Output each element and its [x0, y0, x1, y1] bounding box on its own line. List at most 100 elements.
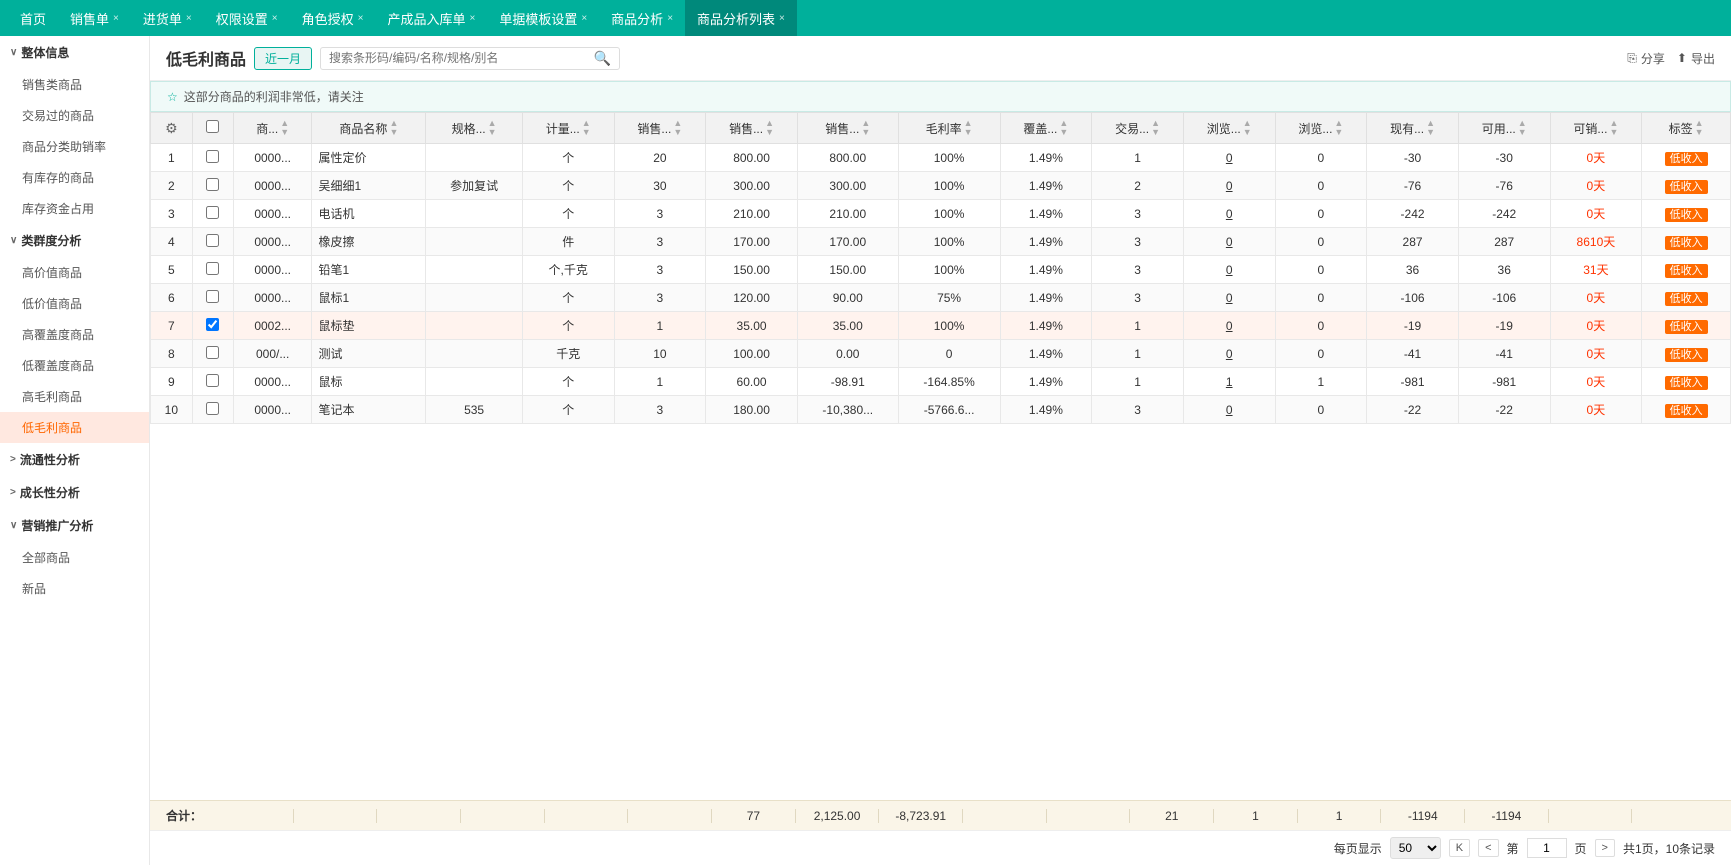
col-header-sales_qty[interactable]: 销售...▲▼: [614, 113, 706, 144]
sidebar-group-header[interactable]: ∨整体信息: [0, 36, 149, 69]
views-link[interactable]: 0: [1226, 347, 1233, 361]
views-1[interactable]: 0: [1183, 396, 1275, 424]
sidebar-item-有库存的商品[interactable]: 有库存的商品: [0, 162, 149, 193]
first-page-button[interactable]: K: [1449, 839, 1470, 857]
page-number-input[interactable]: [1527, 838, 1567, 858]
row-checkbox[interactable]: [206, 402, 219, 415]
sort-icon[interactable]: ▲▼: [1426, 119, 1435, 137]
settings-icon[interactable]: ⚙: [165, 120, 178, 136]
table-row[interactable]: 70002...鼠标垫个135.0035.00100%1.49%100-19-1…: [151, 312, 1731, 340]
col-header-sellable[interactable]: 可销...▲▼: [1550, 113, 1642, 144]
views-link[interactable]: 0: [1226, 291, 1233, 305]
col-header-views2[interactable]: 浏览...▲▼: [1275, 113, 1367, 144]
sidebar-group-header[interactable]: ∨类群度分析: [0, 224, 149, 257]
row-checkbox[interactable]: [206, 178, 219, 191]
col-header-tag[interactable]: 标签▲▼: [1642, 113, 1731, 144]
sidebar-item-全部商品[interactable]: 全部商品: [0, 542, 149, 573]
views-1[interactable]: 0: [1183, 256, 1275, 284]
table-row[interactable]: 60000...鼠标1个3120.0090.0075%1.49%300-106-…: [151, 284, 1731, 312]
sidebar-item-高毛利商品[interactable]: 高毛利商品: [0, 381, 149, 412]
nav-item-商品分析列表[interactable]: 商品分析列表×: [685, 0, 797, 36]
sort-icon[interactable]: ▲▼: [1059, 119, 1068, 137]
search-input[interactable]: [329, 51, 594, 65]
close-icon[interactable]: ×: [272, 13, 278, 24]
sort-icon[interactable]: ▲▼: [1334, 119, 1343, 137]
sidebar-item-销售类商品[interactable]: 销售类商品: [0, 69, 149, 100]
nav-item-单据模板设置[interactable]: 单据模板设置×: [487, 0, 599, 36]
sort-icon[interactable]: ▲▼: [1243, 119, 1252, 137]
views-link[interactable]: 0: [1226, 207, 1233, 221]
table-row[interactable]: 50000...铅笔1个,千克3150.00150.00100%1.49%300…: [151, 256, 1731, 284]
row-checkbox[interactable]: [206, 262, 219, 275]
views-link[interactable]: 1: [1226, 375, 1233, 389]
col-header-sales_price[interactable]: 销售...▲▼: [706, 113, 798, 144]
views-1[interactable]: 0: [1183, 312, 1275, 340]
sort-icon[interactable]: ▲▼: [1518, 119, 1527, 137]
table-row[interactable]: 90000...鼠标个160.00-98.91-164.85%1.49%111-…: [151, 368, 1731, 396]
sidebar-group-header[interactable]: >流通性分析: [0, 443, 149, 476]
row-checkbox[interactable]: [206, 290, 219, 303]
sort-icon[interactable]: ▲▼: [582, 119, 591, 137]
sort-icon[interactable]: ▲▼: [861, 119, 870, 137]
views-1[interactable]: 0: [1183, 144, 1275, 172]
nav-item-商品分析[interactable]: 商品分析×: [599, 0, 685, 36]
col-header-coverage[interactable]: 覆盖...▲▼: [1000, 113, 1092, 144]
col-header-code[interactable]: 商...▲▼: [233, 113, 312, 144]
row-checkbox[interactable]: [206, 318, 219, 331]
views-1[interactable]: 0: [1183, 340, 1275, 368]
sort-icon[interactable]: ▲▼: [673, 119, 682, 137]
nav-item-首页[interactable]: 首页: [8, 0, 58, 36]
col-header-margin_rate[interactable]: 毛利率▲▼: [898, 113, 1000, 144]
sidebar-item-低价值商品[interactable]: 低价值商品: [0, 288, 149, 319]
views-link[interactable]: 0: [1226, 179, 1233, 193]
row-checkbox[interactable]: [206, 150, 219, 163]
sort-icon[interactable]: ▲▼: [1151, 119, 1160, 137]
col-header-views1[interactable]: 浏览...▲▼: [1183, 113, 1275, 144]
col-header-unit[interactable]: 计量...▲▼: [522, 113, 614, 144]
col-header-name[interactable]: 商品名称▲▼: [312, 113, 426, 144]
nav-item-角色授权[interactable]: 角色授权×: [290, 0, 376, 36]
sort-icon[interactable]: ▲▼: [1695, 119, 1704, 137]
sidebar-item-高覆盖度商品[interactable]: 高覆盖度商品: [0, 319, 149, 350]
table-row[interactable]: 30000...电话机个3210.00210.00100%1.49%300-24…: [151, 200, 1731, 228]
col-header-available[interactable]: 可用...▲▼: [1458, 113, 1550, 144]
sidebar-item-商品分类助销率[interactable]: 商品分类助销率: [0, 131, 149, 162]
views-link[interactable]: 0: [1226, 151, 1233, 165]
nav-item-权限设置[interactable]: 权限设置×: [204, 0, 290, 36]
sidebar-item-交易过的商品[interactable]: 交易过的商品: [0, 100, 149, 131]
row-checkbox[interactable]: [206, 374, 219, 387]
table-row[interactable]: 8000/...测试千克10100.000.0001.49%100-41-410…: [151, 340, 1731, 368]
sort-icon[interactable]: ▲▼: [964, 119, 973, 137]
views-1[interactable]: 0: [1183, 228, 1275, 256]
per-page-select[interactable]: 50 100 200: [1390, 837, 1441, 859]
sidebar-group-header[interactable]: ∨营销推广分析: [0, 509, 149, 542]
close-icon[interactable]: ×: [186, 13, 192, 24]
date-filter-button[interactable]: 近一月: [254, 47, 312, 70]
col-header-sales_profit[interactable]: 销售...▲▼: [797, 113, 898, 144]
table-row[interactable]: 10000...属性定价个20800.00800.00100%1.49%100-…: [151, 144, 1731, 172]
close-icon[interactable]: ×: [779, 13, 785, 24]
sort-icon[interactable]: ▲▼: [488, 119, 497, 137]
views-link[interactable]: 0: [1226, 235, 1233, 249]
row-checkbox[interactable]: [206, 206, 219, 219]
views-1[interactable]: 0: [1183, 284, 1275, 312]
col-header-current_stock[interactable]: 现有...▲▼: [1367, 113, 1459, 144]
row-checkbox[interactable]: [206, 346, 219, 359]
sidebar-item-库存资金占用[interactable]: 库存资金占用: [0, 193, 149, 224]
share-button[interactable]: ⎘ 分享: [1627, 50, 1665, 67]
row-checkbox[interactable]: [206, 234, 219, 247]
views-link[interactable]: 0: [1226, 319, 1233, 333]
sort-icon[interactable]: ▲▼: [389, 119, 398, 137]
views-1[interactable]: 0: [1183, 200, 1275, 228]
select-all-checkbox[interactable]: [206, 120, 219, 133]
sidebar-item-新品[interactable]: 新品: [0, 573, 149, 604]
close-icon[interactable]: ×: [469, 13, 475, 24]
nav-item-销售单[interactable]: 销售单×: [58, 0, 131, 36]
sort-icon[interactable]: ▲▼: [1609, 119, 1618, 137]
views-1[interactable]: 1: [1183, 368, 1275, 396]
close-icon[interactable]: ×: [358, 13, 364, 24]
sort-icon[interactable]: ▲▼: [280, 119, 289, 137]
sidebar-group-header[interactable]: >成长性分析: [0, 476, 149, 509]
export-button[interactable]: ⬆ 导出: [1677, 50, 1715, 67]
views-link[interactable]: 0: [1226, 263, 1233, 277]
